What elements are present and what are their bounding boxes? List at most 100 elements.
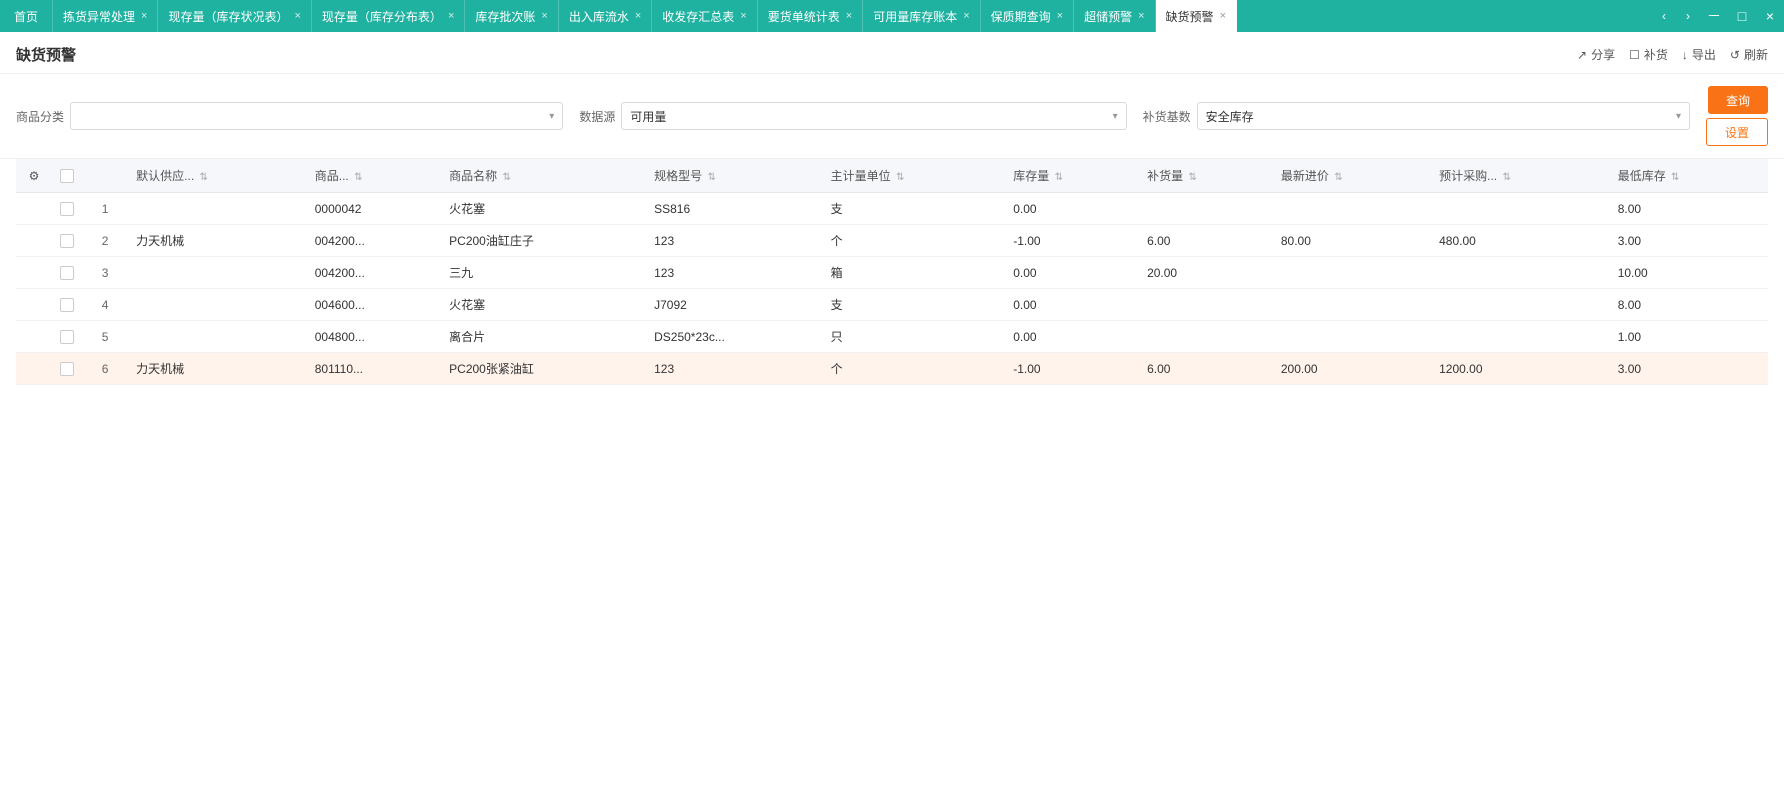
row-min-stock-cell: 8.00 xyxy=(1610,289,1768,321)
row-replenish-cell xyxy=(1139,321,1273,353)
row-checkbox-5[interactable] xyxy=(60,362,74,376)
row-checkbox-0[interactable] xyxy=(60,202,74,216)
tab-close-5[interactable]: × xyxy=(635,10,641,22)
row-stock-cell: -1.00 xyxy=(1005,353,1139,385)
table-row: 3004200...三九123箱0.0020.0010.00 xyxy=(16,257,1768,289)
row-replenish-cell xyxy=(1139,289,1273,321)
row-spec-cell: 123 xyxy=(646,353,822,385)
col-header-min-stock[interactable]: 最低库存 ⇅ xyxy=(1610,159,1768,193)
share-icon: ↗ xyxy=(1577,48,1587,62)
row-replenish-cell xyxy=(1139,193,1273,225)
tab-close-7[interactable]: × xyxy=(846,10,852,22)
tab-close-4[interactable]: × xyxy=(541,10,547,22)
tab-close-6[interactable]: × xyxy=(740,10,746,22)
tab-nav-right[interactable]: › xyxy=(1676,0,1700,32)
tab-item-2[interactable]: 现存量（库存状况表） × xyxy=(158,0,311,32)
tab-home-label: 首页 xyxy=(14,8,38,25)
header-actions: ↗ 分享 ☐ 补货 ↓ 导出 ↺ 刷新 xyxy=(1577,46,1768,63)
tab-label-1: 拣货异常处理 xyxy=(63,8,135,25)
category-select[interactable]: ▾ xyxy=(70,102,563,130)
row-gear-cell xyxy=(16,225,52,257)
row-replenish-cell: 6.00 xyxy=(1139,225,1273,257)
row-checkbox-3[interactable] xyxy=(60,298,74,312)
row-gear-cell xyxy=(16,257,52,289)
sort-icon-stock: ⇅ xyxy=(1055,172,1063,183)
query-button[interactable]: 查询 xyxy=(1708,86,1768,114)
row-replenish-cell: 20.00 xyxy=(1139,257,1273,289)
tab-item-6[interactable]: 收发存汇总表 × xyxy=(652,0,757,32)
tab-item-3[interactable]: 现存量（库存分布表） × xyxy=(312,0,465,32)
tab-close-10[interactable]: × xyxy=(1138,10,1144,22)
col-header-replenish[interactable]: 补货量 ⇅ xyxy=(1139,159,1273,193)
sort-icon-estimated: ⇅ xyxy=(1502,172,1510,183)
tab-nav-left[interactable]: ‹ xyxy=(1652,0,1676,32)
row-num-cell: 2 xyxy=(82,225,128,257)
col-header-estimated[interactable]: 预计采购... ⇅ xyxy=(1431,159,1610,193)
tab-item-1[interactable]: 拣货异常处理 × xyxy=(53,0,158,32)
col-header-unit[interactable]: 主计量单位 ⇅ xyxy=(823,159,1006,193)
tab-item-8[interactable]: 可用量库存账本 × xyxy=(863,0,980,32)
row-name-cell: PC200张紧油缸 xyxy=(441,353,646,385)
tab-close-3[interactable]: × xyxy=(448,10,454,22)
datasource-select[interactable]: 可用量 ▾ xyxy=(621,102,1126,130)
row-name-cell: 火花塞 xyxy=(441,289,646,321)
export-button[interactable]: ↓ 导出 xyxy=(1682,46,1716,63)
row-checkbox-2[interactable] xyxy=(60,266,74,280)
tab-close-2[interactable]: × xyxy=(294,10,300,22)
tab-item-4[interactable]: 库存批次账 × xyxy=(465,0,558,32)
col-header-code[interactable]: 商品... ⇅ xyxy=(307,159,441,193)
settings-button[interactable]: 设置 xyxy=(1706,118,1768,146)
replenish-button[interactable]: ☐ 补货 xyxy=(1629,46,1668,63)
tab-label-10: 超储预警 xyxy=(1084,8,1132,25)
col-estimated-label: 预计采购... xyxy=(1439,169,1497,183)
category-label: 商品分类 xyxy=(16,108,64,125)
tab-close-8[interactable]: × xyxy=(963,10,969,22)
tab-close-11[interactable]: × xyxy=(1220,10,1226,22)
replenish-base-select[interactable]: 安全库存 ▾ xyxy=(1197,102,1690,130)
row-name-cell: 离合片 xyxy=(441,321,646,353)
tab-item-9[interactable]: 保质期查询 × xyxy=(981,0,1074,32)
table-row: 6力天机械801110...PC200张紧油缸123个-1.006.00200.… xyxy=(16,353,1768,385)
col-min-stock-label: 最低库存 xyxy=(1618,169,1666,183)
tab-close-1[interactable]: × xyxy=(141,10,147,22)
category-arrow-icon: ▾ xyxy=(549,111,554,122)
col-header-spec[interactable]: 规格型号 ⇅ xyxy=(646,159,822,193)
col-header-gear[interactable]: ⚙ xyxy=(16,159,52,193)
col-header-latest-price[interactable]: 最新进价 ⇅ xyxy=(1273,159,1431,193)
tab-item-5[interactable]: 出入库流水 × xyxy=(559,0,652,32)
refresh-button[interactable]: ↺ 刷新 xyxy=(1730,46,1768,63)
maximize-button[interactable]: □ xyxy=(1728,0,1756,32)
filter-bar: 商品分类 ▾ 数据源 可用量 ▾ 补货基数 安全库存 ▾ 查询 设置 xyxy=(0,74,1784,159)
sort-icon-min-stock: ⇅ xyxy=(1671,172,1679,183)
tab-item-11[interactable]: 缺货预警 × xyxy=(1156,0,1237,32)
col-supplier-label: 默认供应... xyxy=(136,169,194,183)
table-wrap: ⚙ 默认供应... ⇅ 商品... ⇅ 商品名称 xyxy=(0,159,1784,401)
tab-label-2: 现存量（库存状况表） xyxy=(168,8,288,25)
row-checkbox-1[interactable] xyxy=(60,234,74,248)
table-body: 10000042火花塞SS816支0.008.002力天机械004200...P… xyxy=(16,193,1768,385)
sort-icon-supplier: ⇅ xyxy=(200,172,208,183)
row-replenish-cell: 6.00 xyxy=(1139,353,1273,385)
datasource-filter: 数据源 可用量 ▾ xyxy=(579,102,1126,130)
col-header-name[interactable]: 商品名称 ⇅ xyxy=(441,159,646,193)
check-all-checkbox[interactable] xyxy=(60,169,74,183)
row-num-cell: 5 xyxy=(82,321,128,353)
row-checkbox-4[interactable] xyxy=(60,330,74,344)
row-code-cell: 801110... xyxy=(307,353,441,385)
tab-item-7[interactable]: 要货单统计表 × xyxy=(758,0,863,32)
row-name-cell: 火花塞 xyxy=(441,193,646,225)
close-window-button[interactable]: × xyxy=(1756,0,1784,32)
tab-item-10[interactable]: 超储预警 × xyxy=(1074,0,1155,32)
tab-home[interactable]: 首页 xyxy=(0,0,53,32)
col-header-supplier[interactable]: 默认供应... ⇅ xyxy=(128,159,307,193)
tab-close-9[interactable]: × xyxy=(1057,10,1063,22)
row-supplier-cell: 力天机械 xyxy=(128,353,307,385)
col-header-stock[interactable]: 库存量 ⇅ xyxy=(1005,159,1139,193)
row-latest-price-cell xyxy=(1273,289,1431,321)
filter-actions: 查询 设置 xyxy=(1706,86,1768,146)
minimize-button[interactable]: － xyxy=(1700,0,1728,32)
table-row: 4004600...火花塞J7092支0.008.00 xyxy=(16,289,1768,321)
share-button[interactable]: ↗ 分享 xyxy=(1577,46,1615,63)
row-unit-cell: 个 xyxy=(823,353,1006,385)
row-stock-cell: 0.00 xyxy=(1005,289,1139,321)
